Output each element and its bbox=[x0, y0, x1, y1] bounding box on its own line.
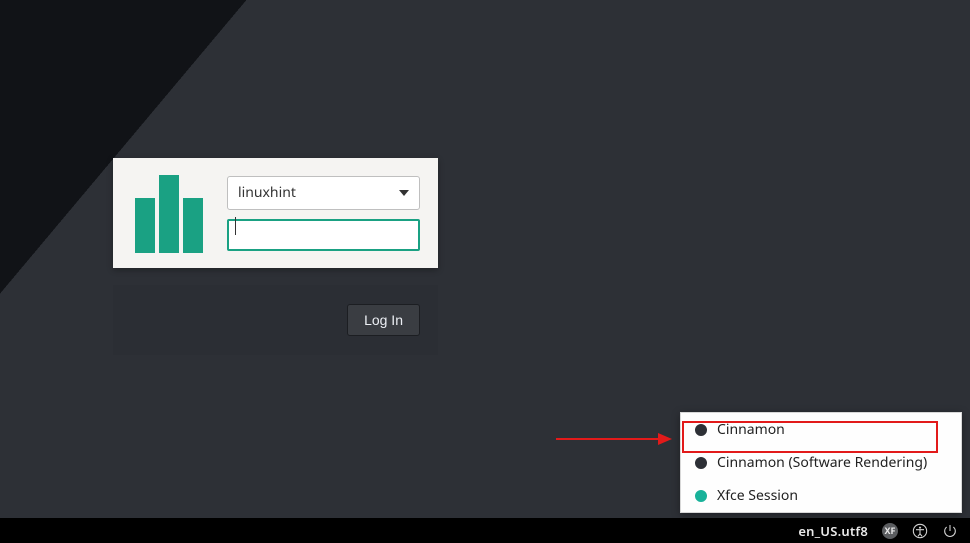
password-input[interactable] bbox=[227, 219, 420, 251]
session-item-xfce[interactable]: Xfce Session bbox=[681, 479, 961, 512]
session-item-cinnamon[interactable]: Cinnamon bbox=[681, 413, 961, 446]
radio-icon bbox=[695, 457, 707, 469]
radio-icon bbox=[695, 424, 707, 436]
locale-indicator[interactable]: en_US.utf8 bbox=[798, 522, 868, 540]
keyboard-layout-badge[interactable]: XF bbox=[882, 523, 898, 539]
greeter-panel: en_US.utf8 XF bbox=[0, 518, 970, 543]
radio-selected-icon bbox=[695, 490, 707, 502]
accessibility-icon[interactable] bbox=[912, 523, 928, 539]
session-chooser-menu: Cinnamon Cinnamon (Software Rendering) X… bbox=[680, 412, 962, 513]
user-selector-value: linuxhint bbox=[238, 183, 296, 202]
lightdm-greeter-desktop: linuxhint Log In Cinnamon Cinnamon (Soft… bbox=[0, 0, 970, 543]
session-item-label: Cinnamon (Software Rendering) bbox=[717, 453, 927, 472]
login-button[interactable]: Log In bbox=[347, 304, 420, 336]
login-panel: linuxhint bbox=[113, 158, 438, 268]
manjaro-logo bbox=[129, 173, 209, 253]
text-caret bbox=[235, 217, 236, 235]
login-action-bar: Log In bbox=[113, 285, 438, 355]
session-item-label: Xfce Session bbox=[717, 486, 798, 505]
user-selector-dropdown[interactable]: linuxhint bbox=[227, 176, 420, 210]
chevron-down-icon bbox=[399, 190, 409, 196]
session-item-cinnamon-software[interactable]: Cinnamon (Software Rendering) bbox=[681, 446, 961, 479]
power-icon[interactable] bbox=[942, 523, 958, 539]
session-item-label: Cinnamon bbox=[717, 420, 785, 439]
